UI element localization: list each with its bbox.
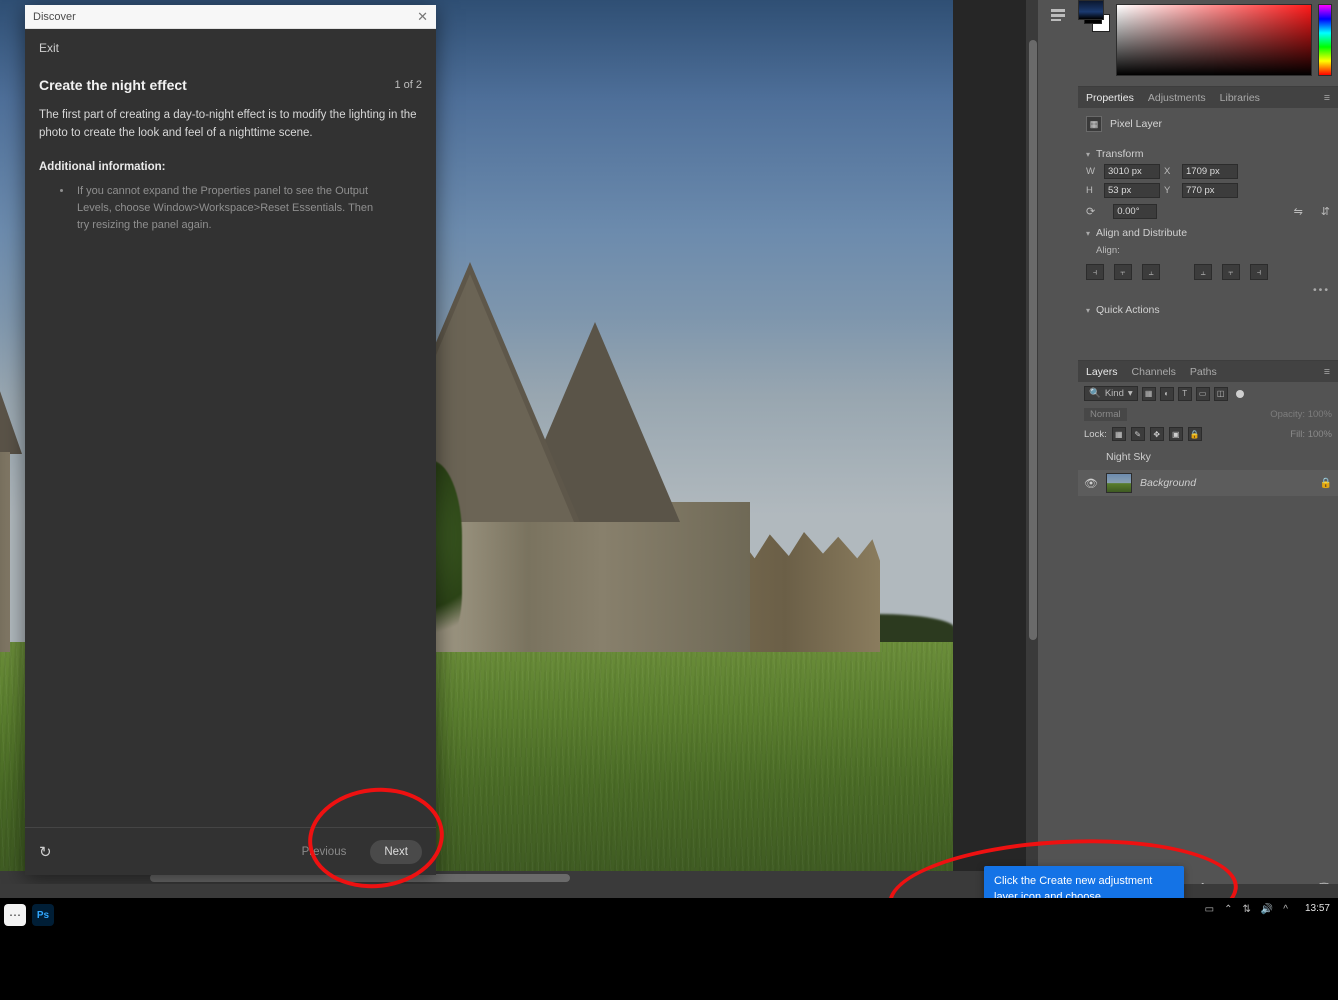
align-vcenter-icon[interactable]: ⫟ [1222,264,1240,280]
tray-icon[interactable]: ⌃ [1224,904,1232,915]
lock-icon[interactable]: 🔒 [1320,478,1332,489]
flip-h-icon[interactable]: ⇋ [1294,205,1303,218]
panel-menu-icon[interactable]: ≡ [1324,366,1330,378]
filter-type-icon[interactable]: T [1178,387,1192,401]
lock-all-icon[interactable]: 🔒 [1188,427,1202,441]
close-icon[interactable]: ✕ [417,9,428,25]
history-panel-icon[interactable] [1038,0,1078,30]
additional-info-item: If you cannot expand the Properties pane… [73,183,383,234]
visibility-toggle[interactable] [1084,451,1098,463]
reload-icon[interactable]: ↻ [39,843,52,861]
additional-info-label: Additional information: [39,161,422,173]
previous-button[interactable]: Previous [288,840,361,864]
align-bottom-icon[interactable]: ⫞ [1250,264,1268,280]
align-hcenter-icon[interactable]: ⫟ [1114,264,1132,280]
discover-footer: ↻ Previous Next [25,827,436,875]
step-title: Create the night effect [39,77,187,93]
layers-panel: Layers Channels Paths ≡ 🔍 Kind ▾ ▦ ◐ T ▭… [1078,360,1338,582]
step-description: The first part of creating a day-to-nigh… [39,107,422,143]
taskbar-tray: ▭ ⌃ ⇅ 🔊 ^ [1205,904,1288,915]
step-counter: 1 of 2 [394,79,422,91]
exit-link[interactable]: Exit [39,41,59,55]
height-input[interactable] [1104,183,1160,198]
tab-adjustments[interactable]: Adjustments [1148,92,1206,104]
tray-icon[interactable]: ▭ [1205,904,1214,915]
align-top-icon[interactable]: ⫠ [1194,264,1212,280]
quick-actions-header[interactable]: Quick Actions [1086,300,1330,320]
flip-v-icon[interactable]: ⇵ [1321,205,1330,218]
taskbar-button[interactable]: ⋯ [4,904,26,926]
color-panel [1078,0,1338,86]
discover-panel: Discover ✕ Exit Create the night effect … [25,5,436,875]
rotate-icon: ⟳ [1086,205,1095,218]
fill-value[interactable]: 100% [1308,429,1332,440]
visibility-toggle[interactable]: 👁 [1084,477,1098,490]
filter-smart-icon[interactable]: ◫ [1214,387,1228,401]
x-label: X [1164,166,1178,177]
y-input[interactable] [1182,183,1238,198]
transform-section-header[interactable]: Transform [1086,144,1330,164]
discover-titlebar[interactable]: Discover ✕ [25,5,436,29]
tab-libraries[interactable]: Libraries [1220,92,1260,104]
align-left-icon[interactable]: ⫞ [1086,264,1104,280]
hue-slider[interactable] [1318,4,1332,76]
lock-transparency-icon[interactable]: ▦ [1112,427,1126,441]
pixel-layer-icon: ▦ [1086,116,1102,132]
filter-adjust-icon[interactable]: ◐ [1160,387,1174,401]
letterbox [0,898,1338,1000]
fill-label: Fill: [1290,429,1305,440]
angle-input[interactable] [1113,204,1157,219]
properties-panel: Properties Adjustments Libraries ≡ ▦ Pix… [1078,86,1338,360]
taskbar-clock[interactable]: 13:57 [1305,903,1330,914]
width-input[interactable] [1104,164,1160,179]
right-panel-dock: Properties Adjustments Libraries ≡ ▦ Pix… [1078,0,1338,900]
layer-filter-kind[interactable]: 🔍 Kind ▾ [1084,386,1138,401]
more-options-icon[interactable]: ••• [1086,284,1330,296]
right-dock-gutter [1038,0,1078,900]
color-field[interactable] [1116,4,1312,76]
tab-layers[interactable]: Layers [1086,366,1118,378]
layer-row[interactable]: 👁 Background 🔒 [1078,470,1338,496]
tab-channels[interactable]: Channels [1132,366,1176,378]
lock-pixels-icon[interactable]: ✎ [1131,427,1145,441]
panel-menu-icon[interactable]: ≡ [1324,92,1330,104]
tab-paths[interactable]: Paths [1190,366,1217,378]
tab-properties[interactable]: Properties [1086,92,1134,104]
h-label: H [1086,185,1100,196]
tray-wifi-icon[interactable]: ⇅ [1242,904,1250,915]
opacity-value[interactable]: 100% [1308,409,1332,420]
taskbar-left: ⋯ Ps [4,904,54,926]
tray-sound-icon[interactable]: 🔊 [1261,904,1273,915]
x-input[interactable] [1182,164,1238,179]
align-section-header[interactable]: Align and Distribute [1086,223,1330,243]
discover-body: Exit Create the night effect 1 of 2 The … [25,29,436,875]
align-right-icon[interactable]: ⫠ [1142,264,1160,280]
layer-row[interactable]: Night Sky [1078,444,1338,470]
layer-thumbnail[interactable] [1078,0,1104,20]
filter-toggle-icon[interactable] [1236,390,1244,398]
filter-shape-icon[interactable]: ▭ [1196,387,1210,401]
opacity-label: Opacity: [1270,409,1305,420]
lock-position-icon[interactable]: ✥ [1150,427,1164,441]
layer-name[interactable]: Night Sky [1106,451,1151,463]
layer-thumbnail[interactable] [1106,473,1132,493]
lock-label: Lock: [1084,429,1107,440]
blend-mode-select[interactable]: Normal [1084,408,1127,421]
additional-info-list: If you cannot expand the Properties pane… [67,183,422,234]
w-label: W [1086,166,1100,177]
layer-kind-label: Pixel Layer [1110,118,1162,130]
align-sublabel: Align: [1086,243,1330,258]
photoshop-app: Discover ✕ Exit Create the night effect … [0,0,1338,1000]
discover-title: Discover [33,11,76,23]
next-button[interactable]: Next [370,840,422,864]
lock-artboard-icon[interactable]: ▣ [1169,427,1183,441]
tray-up-icon[interactable]: ^ [1283,904,1288,915]
y-label: Y [1164,185,1178,196]
taskbar-photoshop-icon[interactable]: Ps [32,904,54,926]
layer-name[interactable]: Background [1140,477,1196,489]
filter-pixel-icon[interactable]: ▦ [1142,387,1156,401]
